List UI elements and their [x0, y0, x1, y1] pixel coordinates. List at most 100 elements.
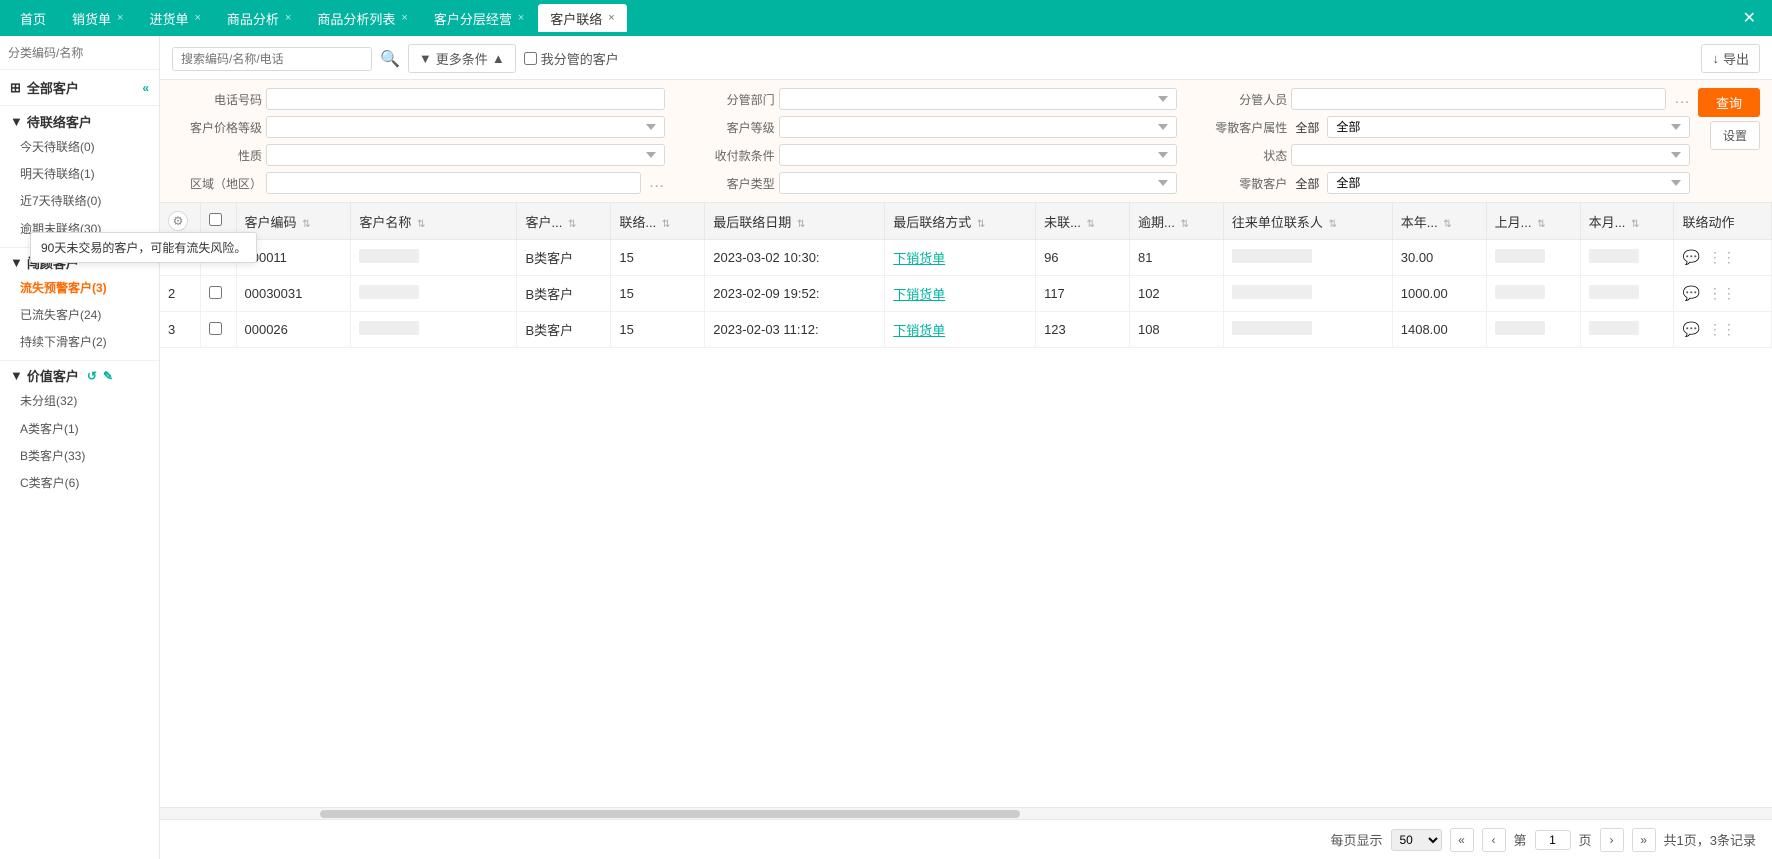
sidebar-item-c-class[interactable]: C类客户(6)	[0, 470, 159, 497]
tab-product-analysis-list-close[interactable]: ×	[401, 12, 407, 24]
filter-field-status: 状态	[1197, 144, 1690, 166]
row3-method-link[interactable]: 下销货单	[893, 323, 945, 338]
row2-more-icon[interactable]: ⋮⋮	[1708, 285, 1736, 302]
last-page-button[interactable]: »	[1632, 828, 1656, 852]
row3-method[interactable]: 下销货单	[885, 312, 1036, 348]
row1-last-date: 2023-03-02 10:30:	[705, 240, 885, 276]
next-page-button[interactable]: ›	[1600, 828, 1624, 852]
edit-icon[interactable]: ✎	[103, 369, 113, 383]
sidebar-search[interactable]: 🔍	[0, 36, 159, 70]
horizontal-scrollbar[interactable]	[160, 807, 1772, 819]
sidebar-item-tomorrow[interactable]: 明天待联络(1)	[0, 161, 159, 188]
region-input[interactable]	[266, 172, 641, 194]
row2-method-link[interactable]: 下销货单	[893, 287, 945, 302]
sidebar-item-churn-warning[interactable]: 流失预警客户(3)	[0, 275, 159, 302]
person-dots-icon[interactable]: …	[1674, 90, 1690, 108]
my-customers-checkbox-label[interactable]: 我分管的客户	[524, 49, 619, 68]
sort-icon-not-contacted[interactable]: ⇅	[1087, 219, 1095, 230]
select-all-checkbox[interactable]	[209, 213, 222, 226]
sidebar-item-declining[interactable]: 持续下滑客户(2)	[0, 329, 159, 356]
sort-icon-name[interactable]: ⇅	[417, 219, 425, 230]
tab-sales[interactable]: 销货单 ×	[60, 4, 135, 32]
phone-input[interactable]	[266, 88, 665, 110]
query-button[interactable]: 查询	[1698, 88, 1760, 117]
tab-product-analysis-list[interactable]: 商品分析列表 ×	[305, 4, 419, 32]
row3-select[interactable]	[209, 322, 222, 335]
export-button[interactable]: ↓ 导出	[1701, 44, 1760, 73]
first-page-button[interactable]: «	[1450, 828, 1474, 852]
sidebar-search-input[interactable]	[8, 46, 160, 60]
tab-sales-close[interactable]: ×	[117, 12, 123, 24]
sidebar-item-a-class[interactable]: A类客户(1)	[0, 416, 159, 443]
per-page-select[interactable]: 10 20 50 100	[1391, 829, 1442, 851]
sort-icon-last-month[interactable]: ⇅	[1537, 219, 1545, 230]
sort-icon-overdue[interactable]: ⇅	[1180, 219, 1188, 230]
scrollbar-thumb[interactable]	[320, 810, 1020, 818]
sort-icon-cust-type[interactable]: ⇅	[568, 219, 576, 230]
row3-chat-icon[interactable]: 💬	[1682, 321, 1699, 338]
row2-select[interactable]	[209, 286, 222, 299]
sidebar-item-churned[interactable]: 已流失客户(24)	[0, 302, 159, 329]
row1-method-link[interactable]: 下销货单	[893, 251, 945, 266]
more-conditions-button[interactable]: ▼ 更多条件 ▲	[408, 44, 516, 73]
tab-customer-contact[interactable]: 客户联络 ×	[538, 4, 626, 32]
filter-field-retail-customer: 零散客户 全部 全部	[1197, 172, 1690, 194]
person-input[interactable]	[1291, 88, 1666, 110]
payment-select[interactable]	[779, 144, 1178, 166]
sidebar-item-7days[interactable]: 近7天待联络(0)	[0, 188, 159, 215]
sort-icon-this-month[interactable]: ⇅	[1631, 219, 1639, 230]
sidebar-group-value[interactable]: ▼ 价值客户 ↺ ✎	[0, 360, 159, 388]
row3-checkbox[interactable]	[200, 312, 236, 348]
sort-icon-code[interactable]: ⇅	[302, 219, 310, 230]
tab-product-analysis-close[interactable]: ×	[285, 12, 291, 24]
table-row: 1 000011 B类客户 15 2023-03-02 10:30: 下销货单 …	[160, 240, 1772, 276]
nature-select[interactable]	[266, 144, 665, 166]
row2-chat-icon[interactable]: 💬	[1682, 285, 1699, 302]
tab-purchase[interactable]: 进货单 ×	[137, 4, 212, 32]
customer-type-select[interactable]	[779, 172, 1178, 194]
sort-icon-last-date[interactable]: ⇅	[797, 219, 805, 230]
my-customers-label: 我分管的客户	[541, 49, 619, 68]
tab-home[interactable]: 首页	[8, 4, 58, 32]
prev-page-button[interactable]: ‹	[1482, 828, 1506, 852]
status-select[interactable]	[1291, 144, 1690, 166]
tab-product-analysis[interactable]: 商品分析 ×	[215, 4, 303, 32]
refresh-icon[interactable]: ↺	[87, 369, 97, 383]
sidebar-all-customers[interactable]: ⊞ 全部客户 «	[0, 70, 159, 106]
per-page-label: 每页显示	[1330, 830, 1382, 849]
search-button[interactable]: 🔍	[380, 49, 400, 69]
row1-more-icon[interactable]: ⋮⋮	[1708, 249, 1736, 266]
row1-method[interactable]: 下销货单	[885, 240, 1036, 276]
tab-purchase-close[interactable]: ×	[194, 12, 200, 24]
sidebar-item-b-class[interactable]: B类客户(33)	[0, 443, 159, 470]
sort-icon-this-year[interactable]: ⇅	[1443, 219, 1451, 230]
row1-chat-icon[interactable]: 💬	[1682, 249, 1699, 266]
customer-level-select[interactable]	[779, 116, 1178, 138]
my-customers-checkbox[interactable]	[524, 52, 537, 65]
row3-more-icon[interactable]: ⋮⋮	[1708, 321, 1736, 338]
settings-button[interactable]: 设置	[1710, 121, 1760, 150]
sidebar-item-today[interactable]: 今天待联络(0)	[0, 134, 159, 161]
settings-icon[interactable]: ⚙	[168, 211, 188, 231]
region-dots-icon[interactable]: …	[649, 174, 665, 192]
tab-customer-segment-close[interactable]: ×	[518, 12, 524, 24]
dept-select[interactable]	[779, 88, 1178, 110]
search-input[interactable]	[172, 47, 372, 71]
price-level-select[interactable]	[266, 116, 665, 138]
sidebar-group-pending[interactable]: ▼ 待联络客户	[0, 106, 159, 134]
collapse-sidebar-icon[interactable]: «	[142, 81, 149, 95]
retail-attr-select[interactable]: 全部	[1327, 116, 1690, 138]
sort-icon-contact-count[interactable]: ⇅	[662, 219, 670, 230]
sort-icon-method[interactable]: ⇅	[977, 219, 985, 230]
page-number-input[interactable]	[1535, 830, 1571, 850]
sidebar-item-ungroup[interactable]: 未分组(32)	[0, 388, 159, 415]
sort-icon-contact-person[interactable]: ⇅	[1329, 219, 1337, 230]
row2-method[interactable]: 下销货单	[885, 276, 1036, 312]
person-label: 分管人员	[1197, 91, 1287, 108]
close-all-tabs-button[interactable]: ✕	[1735, 8, 1764, 28]
tab-customer-contact-close[interactable]: ×	[608, 12, 614, 24]
retail-customer-select[interactable]: 全部	[1327, 172, 1690, 194]
tab-customer-segment[interactable]: 客户分层经营 ×	[422, 4, 536, 32]
row2-checkbox[interactable]	[200, 276, 236, 312]
th-last-contact-method: 最后联络方式 ⇅	[885, 203, 1036, 240]
